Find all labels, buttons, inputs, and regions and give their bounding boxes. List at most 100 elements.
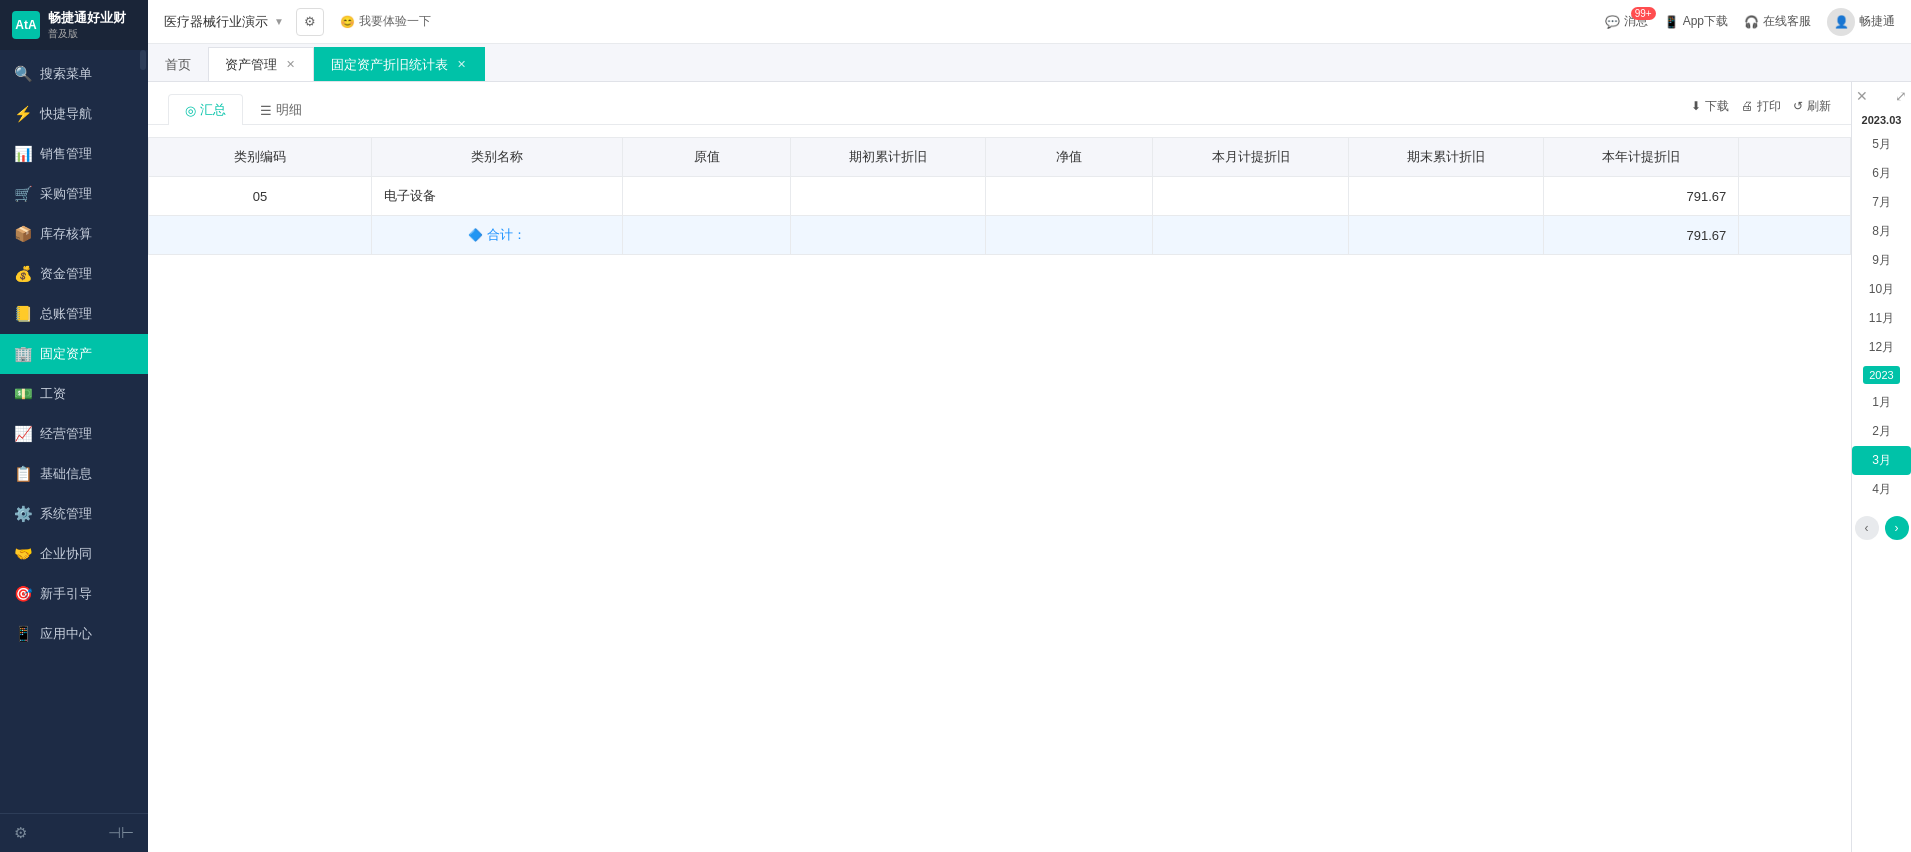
sidebar-item-label: 采购管理 [40,185,92,203]
customer-service-label: 在线客服 [1763,13,1811,30]
depreciation-table: 类别编码 类别名称 原值 期初累计折旧 净值 本月计提折旧 期末累计折旧 本年计… [148,137,1851,255]
info-icon: 🔷 [468,228,483,242]
tab-home[interactable]: 首页 [148,47,208,81]
customer-service-button[interactable]: 🎧 在线客服 [1744,13,1811,30]
total-text: 合计： [487,226,526,244]
th-category-name: 类别名称 [372,138,623,177]
sidebar-item-label: 系统管理 [40,505,92,523]
sidebar-footer: ⚙ ⊣⊢ [0,813,148,852]
search-icon: 🔍 [14,65,32,83]
user-profile[interactable]: 👤 畅捷通 [1827,8,1895,36]
refresh-button[interactable]: ↺ 刷新 [1793,98,1831,115]
td-period-depr [790,177,985,216]
subtab-detail[interactable]: ☰ 明细 [243,94,319,125]
app-logo: AtA [12,11,40,39]
sidebar-item-ledger[interactable]: 📒 总账管理 [0,294,148,334]
subtab-summary[interactable]: ◎ 汇总 [168,94,243,125]
sub-tabs-bar: ◎ 汇总 ☰ 明细 ⬇ 下载 🖨 打印 [148,82,1851,125]
year-2023-label[interactable]: 2023 [1863,366,1899,384]
td-total-extra [1739,216,1851,255]
headset-icon: 🎧 [1744,15,1759,29]
company-name: 医疗器械行业演示 [164,13,268,31]
message-icon: 💬 [1605,15,1620,29]
month-1[interactable]: 1月 [1852,388,1911,417]
sidebar-item-collaboration[interactable]: 🤝 企业协同 [0,534,148,574]
sidebar-item-purchase[interactable]: 🛒 采购管理 [0,174,148,214]
month-5[interactable]: 5月 [1852,130,1911,159]
sidebar-item-label: 销售管理 [40,145,92,163]
operations-icon: 📈 [14,425,32,443]
month-9[interactable]: 9月 [1852,246,1911,275]
settings-button[interactable]: ⚙ [296,8,324,36]
sidebar-item-label: 经营管理 [40,425,92,443]
td-end-depr [1348,177,1543,216]
month-7[interactable]: 7月 [1852,188,1911,217]
td-total-net [986,216,1153,255]
purchase-icon: 🛒 [14,185,32,203]
print-button[interactable]: 🖨 打印 [1741,98,1781,115]
td-total-label: 🔷 合计： [372,216,623,255]
sidebar-item-operations[interactable]: 📈 经营管理 [0,414,148,454]
download-button[interactable]: ⬇ 下载 [1691,98,1729,115]
td-original-value [623,177,790,216]
sidebar-item-inventory[interactable]: 📦 库存核算 [0,214,148,254]
tab-asset-mgmt-label: 资产管理 [225,56,277,74]
page-content: ◎ 汇总 ☰ 明细 ⬇ 下载 🖨 打印 [148,82,1851,852]
expand-panel-button[interactable]: ⤢ [1895,88,1907,104]
td-total-original [623,216,790,255]
table-row: 05 电子设备 791.67 [149,177,1851,216]
sidebar-item-label: 库存核算 [40,225,92,243]
app-download-button[interactable]: 📱 App下载 [1664,13,1728,30]
month-2[interactable]: 2月 [1852,417,1911,446]
download-icon: ⬇ [1691,99,1701,113]
sidebar-item-basic-info[interactable]: 📋 基础信息 [0,454,148,494]
tab-close-asset-mgmt[interactable]: ✕ [283,58,297,72]
month-10[interactable]: 10月 [1852,275,1911,304]
collaboration-icon: 🤝 [14,545,32,563]
summary-icon: ◎ [185,103,196,118]
date-panel-title: 2023.03 [1852,110,1911,130]
sidebar-item-search[interactable]: 🔍 搜索菜单 [0,54,148,94]
sidebar-item-finance[interactable]: 💰 资金管理 [0,254,148,294]
tab-asset-mgmt[interactable]: 资产管理 ✕ [208,47,314,81]
sidebar-item-guide[interactable]: 🎯 新手引导 [0,574,148,614]
sidebar-item-label: 应用中心 [40,625,92,643]
tab-home-label: 首页 [165,56,191,74]
tab-depreciation[interactable]: 固定资产折旧统计表 ✕ [314,47,485,81]
next-period-button[interactable]: › [1885,516,1909,540]
message-badge: 99+ [1631,7,1656,20]
month-12[interactable]: 12月 [1852,333,1911,362]
refresh-label: 刷新 [1807,98,1831,115]
sidebar-item-label: 资金管理 [40,265,92,283]
month-8[interactable]: 8月 [1852,217,1911,246]
sidebar-item-fixed-assets[interactable]: 🏢 固定资产 [0,334,148,374]
print-label: 打印 [1757,98,1781,115]
sidebar-item-payroll[interactable]: 💵 工资 [0,374,148,414]
company-selector[interactable]: 医疗器械行业演示 ▼ [164,13,284,31]
app-version: 普及版 [48,27,126,40]
tab-depreciation-label: 固定资产折旧统计表 [331,56,448,74]
inventory-icon: 📦 [14,225,32,243]
sidebar-item-label: 搜索菜单 [40,65,92,83]
experience-label: 我要体验一下 [359,13,431,30]
month-3-active[interactable]: 3月 [1852,446,1911,475]
sidebar-item-app-center[interactable]: 📱 应用中心 [0,614,148,654]
tab-close-depreciation[interactable]: ✕ [454,58,468,72]
td-total-end-depr [1348,216,1543,255]
app-center-icon: 📱 [14,625,32,643]
sidebar-item-system[interactable]: ⚙️ 系统管理 [0,494,148,534]
experience-button[interactable]: 😊 我要体验一下 [340,13,431,30]
sidebar-item-sales[interactable]: 📊 销售管理 [0,134,148,174]
tabbar: 首页 资产管理 ✕ 固定资产折旧统计表 ✕ [148,44,1911,82]
user-icon: 👤 [1834,15,1849,29]
month-4[interactable]: 4月 [1852,475,1911,504]
sidebar-item-quick-nav[interactable]: ⚡ 快捷导航 [0,94,148,134]
month-11[interactable]: 11月 [1852,304,1911,333]
collapse-icon[interactable]: ⊣⊢ [108,824,134,842]
month-6[interactable]: 6月 [1852,159,1911,188]
total-label-cell: 🔷 合计： [380,226,614,244]
settings-footer-icon[interactable]: ⚙ [14,824,27,842]
prev-period-button[interactable]: ‹ [1855,516,1879,540]
close-panel-button[interactable]: ✕ [1856,88,1868,104]
message-button[interactable]: 💬 消息 99+ [1605,13,1648,30]
